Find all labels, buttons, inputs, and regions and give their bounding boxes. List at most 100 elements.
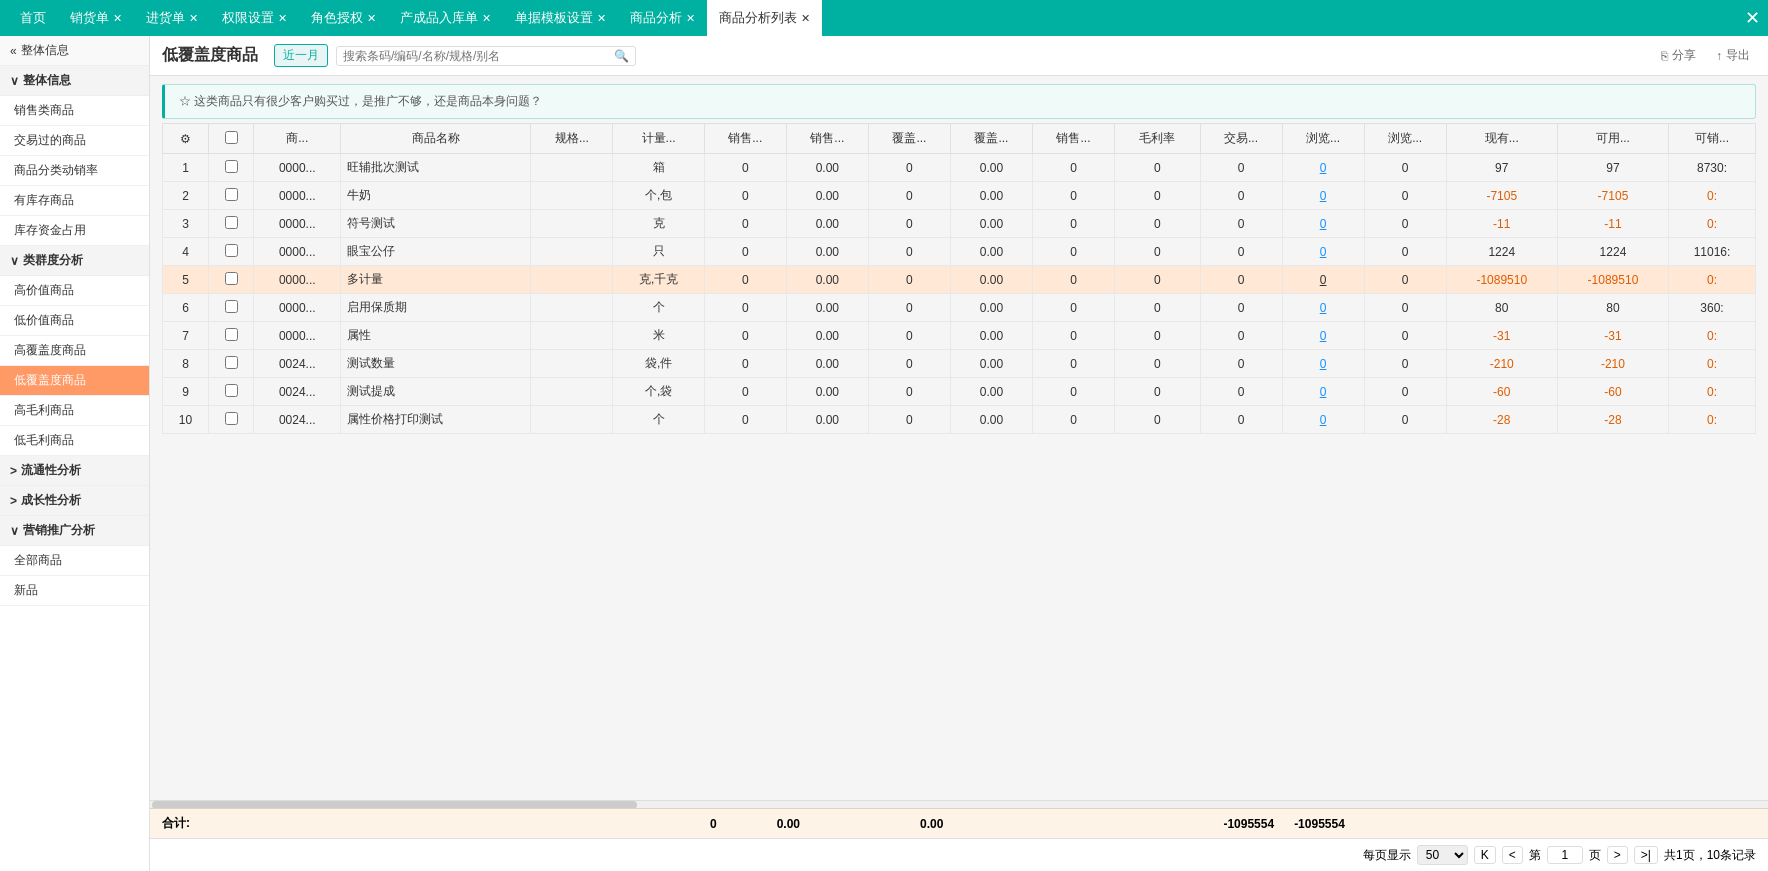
sidebar-item-all-products[interactable]: 全部商品 — [0, 546, 149, 576]
col-gross-rate[interactable]: 毛利率 — [1115, 124, 1201, 154]
page-number-input[interactable] — [1547, 846, 1583, 864]
sidebar-section-cluster-title[interactable]: ∨ 类群度分析 — [0, 246, 149, 276]
settings-icon[interactable]: ⚙ — [180, 132, 191, 146]
nav-sales[interactable]: 销货单 ✕ — [58, 0, 134, 36]
sidebar-item-stock-capital[interactable]: 库存资金占用 — [0, 216, 149, 246]
close-icon[interactable]: ✕ — [801, 0, 810, 36]
sidebar-collapse-btn[interactable]: « 整体信息 — [0, 36, 149, 66]
close-icon[interactable]: ✕ — [189, 0, 198, 36]
cell-browse1[interactable]: 0 — [1282, 182, 1364, 210]
prev-page-button[interactable]: < — [1502, 846, 1523, 864]
row-checkbox[interactable] — [225, 300, 238, 313]
col-settings[interactable]: ⚙ — [163, 124, 209, 154]
close-icon[interactable]: ✕ — [367, 0, 376, 36]
horizontal-scrollbar[interactable] — [150, 800, 1768, 808]
col-sales-qty[interactable]: 销售... — [704, 124, 786, 154]
close-icon[interactable]: ✕ — [113, 0, 122, 36]
search-icon[interactable]: 🔍 — [614, 49, 629, 63]
share-button[interactable]: ⎘ 分享 — [1655, 45, 1702, 66]
cell-checkbox[interactable] — [209, 154, 254, 182]
nav-templates[interactable]: 单据模板设置 ✕ — [503, 0, 618, 36]
col-sellable[interactable]: 可销... — [1669, 124, 1756, 154]
cell-browse1[interactable]: 0 — [1282, 294, 1364, 322]
cell-current: -28 — [1446, 406, 1557, 434]
col-browse1[interactable]: 浏览... — [1282, 124, 1364, 154]
nav-home[interactable]: 首页 — [8, 0, 58, 36]
col-available[interactable]: 可用... — [1557, 124, 1668, 154]
row-checkbox[interactable] — [225, 216, 238, 229]
per-page-select[interactable]: 50 100 200 — [1417, 845, 1468, 865]
cell-checkbox[interactable] — [209, 406, 254, 434]
first-page-button[interactable]: K — [1474, 846, 1496, 864]
col-spec[interactable]: 规格... — [531, 124, 613, 154]
sidebar-item-category-turnover[interactable]: 商品分类动销率 — [0, 156, 149, 186]
col-transaction[interactable]: 交易... — [1200, 124, 1282, 154]
cell-checkbox[interactable] — [209, 210, 254, 238]
col-browse2[interactable]: 浏览... — [1364, 124, 1446, 154]
row-checkbox[interactable] — [225, 328, 238, 341]
col-coverage2[interactable]: 覆盖... — [950, 124, 1032, 154]
sidebar-item-low-value[interactable]: 低价值商品 — [0, 306, 149, 336]
cell-checkbox[interactable] — [209, 294, 254, 322]
sidebar-section-liquidity-title[interactable]: > 流通性分析 — [0, 456, 149, 486]
filter-period-button[interactable]: 近一月 — [274, 44, 328, 67]
row-checkbox[interactable] — [225, 244, 238, 257]
row-checkbox[interactable] — [225, 272, 238, 285]
sidebar-item-traded-products[interactable]: 交易过的商品 — [0, 126, 149, 156]
sidebar-item-high-coverage[interactable]: 高覆盖度商品 — [0, 336, 149, 366]
window-close-button[interactable]: ✕ — [1745, 7, 1760, 29]
sidebar-item-low-coverage[interactable]: 低覆盖度商品 — [0, 366, 149, 396]
last-page-button[interactable]: >| — [1634, 846, 1658, 864]
row-checkbox[interactable] — [225, 160, 238, 173]
row-checkbox[interactable] — [225, 412, 238, 425]
col-unit[interactable]: 计量... — [613, 124, 704, 154]
export-button[interactable]: ↑ 导出 — [1710, 45, 1756, 66]
cell-browse1[interactable]: 0 — [1282, 266, 1364, 294]
table-container[interactable]: ⚙ 商... 商品名称 规格... 计量... 销售... 销售... 覆盖..… — [150, 123, 1768, 800]
col-sales-amt[interactable]: 销售... — [786, 124, 868, 154]
cell-browse1[interactable]: 0 — [1282, 378, 1364, 406]
nav-permissions[interactable]: 权限设置 ✕ — [210, 0, 299, 36]
cell-browse1[interactable]: 0 — [1282, 238, 1364, 266]
sidebar-item-low-margin[interactable]: 低毛利商品 — [0, 426, 149, 456]
cell-browse1[interactable]: 0 — [1282, 350, 1364, 378]
cell-browse1[interactable]: 0 — [1282, 406, 1364, 434]
nav-roles[interactable]: 角色授权 ✕ — [299, 0, 388, 36]
col-name[interactable]: 商品名称 — [341, 124, 531, 154]
row-checkbox[interactable] — [225, 188, 238, 201]
nav-product-analysis[interactable]: 商品分析 ✕ — [618, 0, 707, 36]
search-input[interactable] — [343, 49, 614, 63]
cell-checkbox[interactable] — [209, 182, 254, 210]
cell-checkbox[interactable] — [209, 238, 254, 266]
next-page-button[interactable]: > — [1607, 846, 1628, 864]
cell-browse1[interactable]: 0 — [1282, 154, 1364, 182]
sidebar-section-marketing-title[interactable]: ∨ 营销推广分析 — [0, 516, 149, 546]
cell-checkbox[interactable] — [209, 266, 254, 294]
cell-checkbox[interactable] — [209, 322, 254, 350]
sidebar-section-overview-title[interactable]: ∨ 整体信息 — [0, 66, 149, 96]
col-coverage1[interactable]: 覆盖... — [868, 124, 950, 154]
cell-browse1[interactable]: 0 — [1282, 210, 1364, 238]
close-icon[interactable]: ✕ — [686, 0, 695, 36]
nav-purchase[interactable]: 进货单 ✕ — [134, 0, 210, 36]
nav-product-analysis-list[interactable]: 商品分析列表 ✕ — [707, 0, 822, 36]
cell-browse1[interactable]: 0 — [1282, 322, 1364, 350]
select-all-checkbox[interactable] — [225, 131, 238, 144]
col-code[interactable]: 商... — [254, 124, 341, 154]
sidebar-item-in-stock[interactable]: 有库存商品 — [0, 186, 149, 216]
sidebar-item-new-products[interactable]: 新品 — [0, 576, 149, 606]
sidebar-item-high-value[interactable]: 高价值商品 — [0, 276, 149, 306]
cell-checkbox[interactable] — [209, 350, 254, 378]
row-checkbox[interactable] — [225, 356, 238, 369]
nav-finished-goods[interactable]: 产成品入库单 ✕ — [388, 0, 503, 36]
sidebar-item-sales-products[interactable]: 销售类商品 — [0, 96, 149, 126]
sidebar-section-growth-title[interactable]: > 成长性分析 — [0, 486, 149, 516]
col-sales-count[interactable]: 销售... — [1032, 124, 1114, 154]
cell-checkbox[interactable] — [209, 378, 254, 406]
sidebar-item-high-margin[interactable]: 高毛利商品 — [0, 396, 149, 426]
row-checkbox[interactable] — [225, 384, 238, 397]
close-icon[interactable]: ✕ — [597, 0, 606, 36]
close-icon[interactable]: ✕ — [482, 0, 491, 36]
col-current[interactable]: 现有... — [1446, 124, 1557, 154]
close-icon[interactable]: ✕ — [278, 0, 287, 36]
